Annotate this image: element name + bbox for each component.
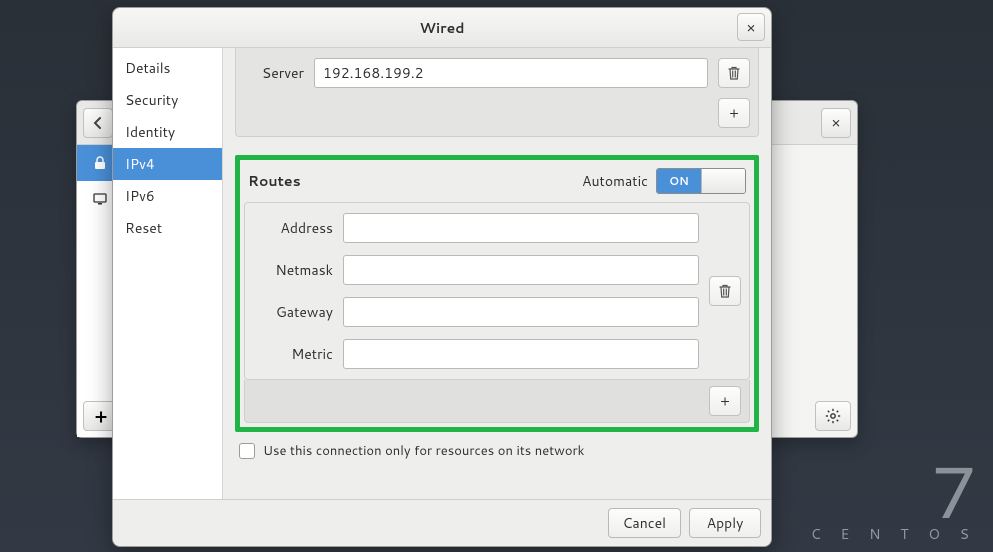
sidebar-item-label: Security: [125, 90, 178, 110]
dialog-body: Details Security Identity IPv4 IPv6 Rese…: [113, 48, 771, 499]
dialog-footer: Cancel Apply: [113, 499, 771, 546]
sidebar-item-label: IPv4: [125, 154, 155, 174]
server-input[interactable]: [314, 58, 708, 88]
routes-entry-panel: Address Netmask Gateway Metric: [244, 202, 750, 380]
lock-icon: [94, 156, 106, 170]
wired-settings-dialog: Wired × Details Security Identity IPv4 I…: [112, 7, 772, 547]
metric-label: Metric: [253, 344, 333, 364]
dialog-sidebar: Details Security Identity IPv4 IPv6 Rese…: [113, 48, 223, 499]
address-input[interactable]: [343, 213, 699, 243]
plus-icon: +: [95, 403, 107, 429]
sidebar-item-details[interactable]: Details: [113, 52, 222, 84]
dialog-titlebar: Wired ×: [113, 8, 771, 48]
trash-icon: [718, 283, 732, 299]
server-label: Server: [244, 63, 304, 83]
monitor-icon: [93, 193, 107, 205]
centos-version: 7: [811, 459, 977, 524]
button-label: Apply: [707, 513, 744, 533]
routes-footer: +: [244, 380, 750, 423]
sidebar-item-label: IPv6: [125, 186, 155, 206]
only-resources-label: Use this connection only for resources o…: [263, 442, 584, 460]
server-delete-button[interactable]: [718, 58, 750, 88]
sidebar-item-identity[interactable]: Identity: [113, 116, 222, 148]
dns-server-row: Server: [244, 58, 750, 88]
close-icon: ×: [746, 17, 756, 38]
sidebar-item-ipv4[interactable]: IPv4: [113, 148, 222, 180]
sidebar-item-label: Identity: [125, 122, 175, 142]
gateway-label: Gateway: [253, 302, 333, 322]
dialog-title: Wired: [113, 18, 771, 38]
server-add-button[interactable]: +: [718, 98, 750, 128]
button-label: Cancel: [623, 513, 667, 533]
dialog-content: Server + Routes: [223, 48, 771, 499]
sidebar-item-reset[interactable]: Reset: [113, 212, 222, 244]
routes-header: Routes Automatic ON: [248, 168, 746, 194]
cancel-button[interactable]: Cancel: [608, 508, 682, 538]
apply-button[interactable]: Apply: [689, 508, 761, 538]
switch-on-label: ON: [657, 169, 701, 193]
dns-server-panel: Server +: [235, 48, 759, 137]
bg-close-button[interactable]: ×: [821, 108, 851, 138]
metric-input[interactable]: [343, 339, 699, 369]
desktop-branding: 7 C E N T O S: [811, 459, 977, 544]
only-resources-checkbox[interactable]: [239, 443, 255, 459]
plus-icon: +: [729, 103, 739, 123]
server-footer: +: [244, 98, 750, 128]
trash-icon: [727, 65, 741, 81]
close-icon: ×: [831, 112, 841, 133]
route-add-button[interactable]: +: [709, 386, 741, 416]
routes-fields: Address Netmask Gateway Metric: [253, 213, 699, 369]
sidebar-item-security[interactable]: Security: [113, 84, 222, 116]
automatic-label: Automatic: [582, 171, 648, 191]
netmask-input[interactable]: [343, 255, 699, 285]
switch-knob: [701, 169, 745, 193]
address-label: Address: [253, 218, 333, 238]
bg-gear-button[interactable]: [815, 401, 851, 431]
back-button[interactable]: [83, 108, 113, 138]
centos-wordmark: C E N T O S: [811, 524, 977, 544]
sidebar-item-label: Reset: [125, 218, 162, 238]
gateway-input[interactable]: [343, 297, 699, 327]
chevron-left-icon: [93, 117, 103, 129]
gear-icon: [825, 408, 841, 424]
sidebar-item-ipv6[interactable]: IPv6: [113, 180, 222, 212]
dialog-close-button[interactable]: ×: [737, 13, 765, 41]
netmask-label: Netmask: [253, 260, 333, 280]
routes-automatic-group: Automatic ON: [582, 168, 746, 194]
routes-title: Routes: [248, 171, 301, 191]
routes-section-highlight: Routes Automatic ON Address Netmask: [235, 155, 759, 432]
plus-icon: +: [720, 391, 730, 411]
routes-automatic-switch[interactable]: ON: [656, 168, 746, 194]
route-delete-button[interactable]: [709, 276, 741, 306]
only-resources-row: Use this connection only for resources o…: [239, 442, 755, 460]
sidebar-item-label: Details: [125, 58, 171, 78]
